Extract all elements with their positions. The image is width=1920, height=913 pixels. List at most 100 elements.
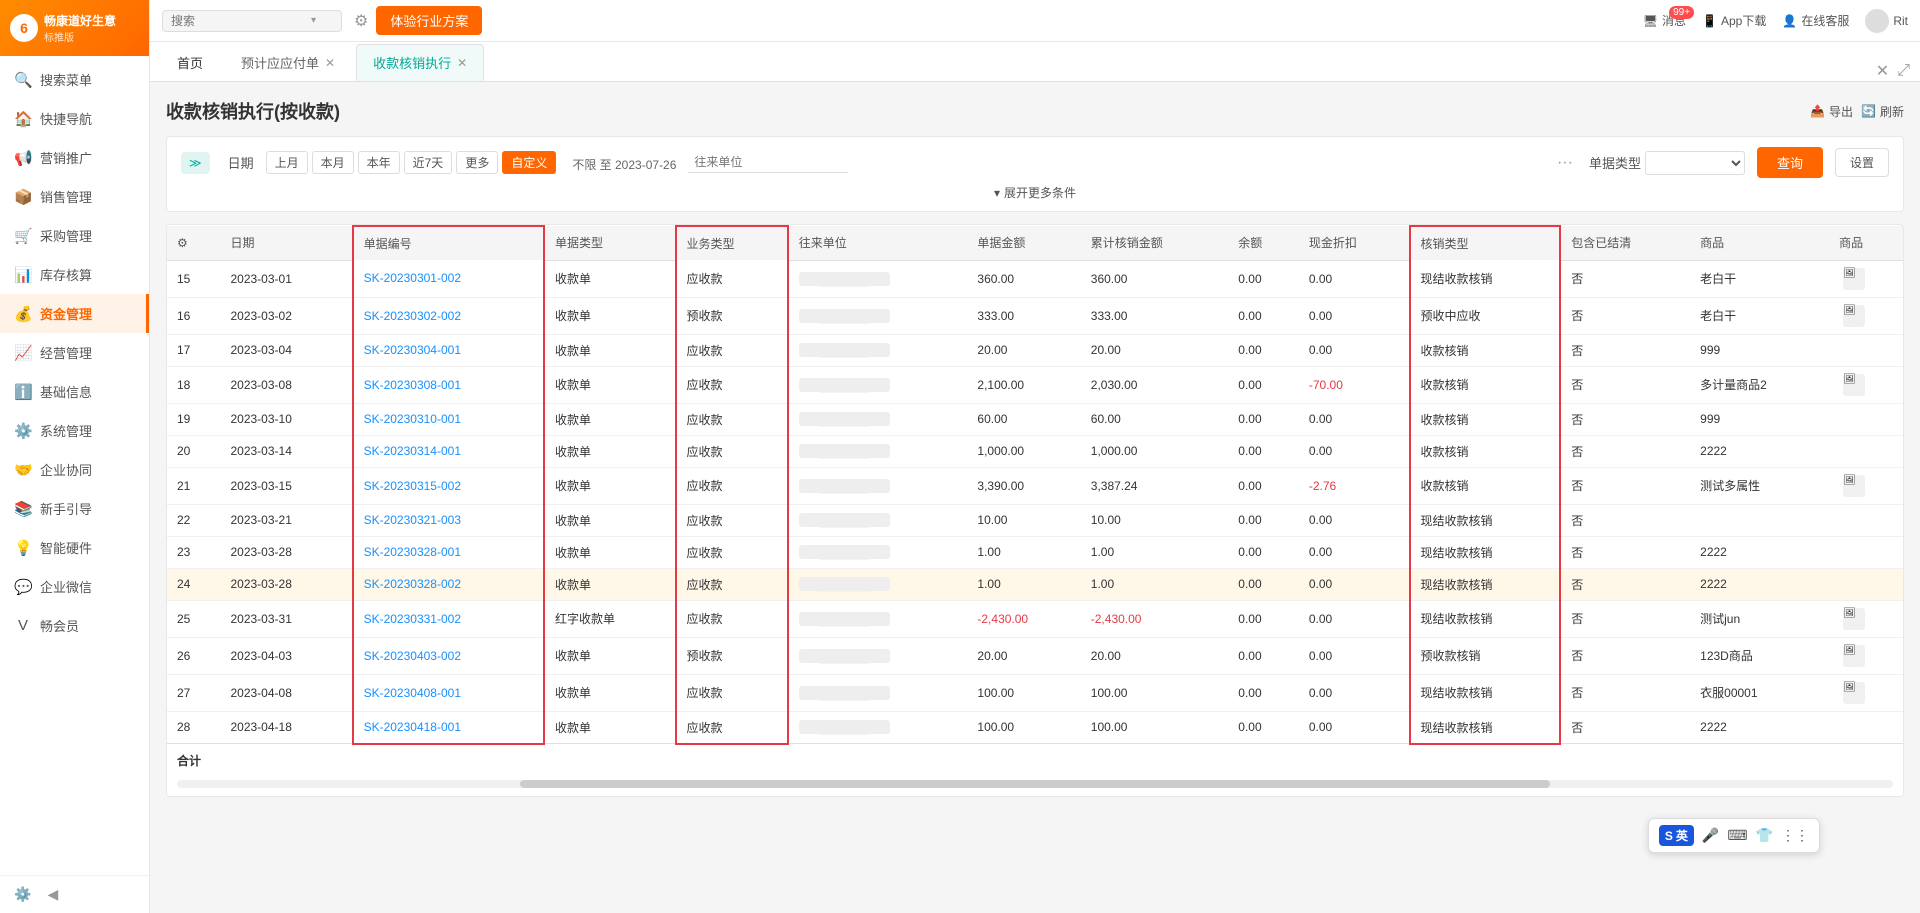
last-month-btn[interactable]: 上月 (266, 151, 308, 174)
more-dates-btn[interactable]: 更多 (456, 151, 498, 174)
sidebar-item-search[interactable]: 🔍搜索菜单 (0, 60, 149, 99)
scrollbar-thumb[interactable] (520, 780, 1550, 788)
settings-icon[interactable]: ⚙️ (14, 886, 31, 903)
unit-input[interactable] (688, 152, 848, 173)
cell-verify: 现结收款核销 (1410, 504, 1561, 536)
search-input[interactable] (171, 14, 311, 28)
table-row[interactable]: 17 2023-03-04 SK-20230304-001 收款单 应收款 ██… (167, 334, 1903, 366)
sidebar-item-enterprise[interactable]: 🤝企业协同 (0, 450, 149, 489)
close-tab-icon[interactable]: ✕ (1876, 61, 1889, 81)
cell-no: 19 (167, 403, 220, 435)
msg-button[interactable]: 🖥 消息 99+ (1643, 12, 1686, 29)
sidebar-item-member[interactable]: V畅会员 (0, 606, 149, 645)
tab-home[interactable]: 首页 (160, 44, 220, 81)
cell-goods-img (1829, 568, 1903, 600)
table-row[interactable]: 19 2023-03-10 SK-20230310-001 收款单 应收款 ██… (167, 403, 1903, 435)
cell-discount: 0.00 (1299, 711, 1410, 744)
tab-receipts[interactable]: 收款核销执行 ✕ (356, 44, 484, 81)
scrollbar-area (167, 780, 1903, 796)
sidebar-item-system[interactable]: ⚙️系统管理 (0, 411, 149, 450)
table-row[interactable]: 25 2023-03-31 SK-20230331-002 红字收款单 应收款 … (167, 600, 1903, 637)
sn-link[interactable]: SK-20230310-001 (364, 412, 461, 426)
cell-settled: 否 (1560, 504, 1690, 536)
pending-tab-close[interactable]: ✕ (325, 56, 335, 70)
cell-balance: 0.00 (1228, 504, 1299, 536)
table-row[interactable]: 27 2023-04-08 SK-20230408-001 收款单 应收款 ██… (167, 674, 1903, 711)
export-button[interactable]: 📤 导出 (1810, 103, 1853, 120)
doc-type-select[interactable] (1645, 151, 1745, 175)
table-row[interactable]: 28 2023-04-18 SK-20230418-001 收款单 应收款 ██… (167, 711, 1903, 744)
table-row[interactable]: 18 2023-03-08 SK-20230308-001 收款单 应收款 ██… (167, 366, 1903, 403)
sn-link[interactable]: SK-20230418-001 (364, 720, 461, 734)
filter-row: ≫ 日期 上月 本月 本年 近7天 更多 自定义 不限 至 2023-07-26… (181, 147, 1889, 178)
this-month-btn[interactable]: 本月 (312, 151, 354, 174)
tab-pending[interactable]: 预计应应付单 ✕ (224, 44, 352, 81)
filter-settings-button[interactable]: 设置 (1835, 148, 1889, 177)
gear-icon[interactable]: ⚙ (354, 11, 368, 31)
ime-grid-icon[interactable]: ⋮⋮ (1781, 827, 1809, 844)
cell-doc-type: 收款单 (544, 366, 676, 403)
query-button[interactable]: 查询 (1757, 147, 1823, 178)
sn-link[interactable]: SK-20230308-001 (364, 378, 461, 392)
expand-filter-button[interactable]: ▾ 展开更多条件 (181, 184, 1889, 201)
sn-link[interactable]: SK-20230403-002 (364, 649, 461, 663)
sidebar-item-finance[interactable]: 💰资金管理 (0, 294, 149, 333)
table-row[interactable]: 24 2023-03-28 SK-20230328-002 收款单 应收款 ██… (167, 568, 1903, 600)
sidebar-item-hardware[interactable]: 💡智能硬件 (0, 528, 149, 567)
refresh-button[interactable]: 🔄 刷新 (1861, 103, 1904, 120)
custom-date-btn[interactable]: 自定义 (502, 151, 556, 174)
sidebar-item-purchase[interactable]: 🛒采购管理 (0, 216, 149, 255)
sidebar-item-guide[interactable]: 📚新手引导 (0, 489, 149, 528)
sn-link[interactable]: SK-20230302-002 (364, 309, 461, 323)
ime-keyboard-icon[interactable]: ⌨ (1727, 827, 1747, 844)
sidebar-item-label-search: 搜索菜单 (40, 70, 92, 89)
filter-toggle-button[interactable]: ≫ (181, 152, 210, 174)
cell-goods-img (1829, 334, 1903, 366)
sidebar-item-inventory[interactable]: 📊库存核算 (0, 255, 149, 294)
solution-button[interactable]: 体验行业方案 (376, 6, 482, 35)
this-year-btn[interactable]: 本年 (358, 151, 400, 174)
enterprise-icon: 🤝 (14, 461, 32, 479)
app-download-button[interactable]: 📱 App下载 (1702, 12, 1766, 29)
sn-link[interactable]: SK-20230315-002 (364, 479, 461, 493)
table-row[interactable]: 16 2023-03-02 SK-20230302-002 收款单 预收款 ██… (167, 297, 1903, 334)
sidebar-item-wechat[interactable]: 💬企业微信 (0, 567, 149, 606)
sn-link[interactable]: SK-20230328-001 (364, 545, 461, 559)
cell-biz-type: 应收款 (676, 403, 788, 435)
sn-link[interactable]: SK-20230301-002 (364, 271, 461, 285)
table-row[interactable]: 23 2023-03-28 SK-20230328-001 收款单 应收款 ██… (167, 536, 1903, 568)
maximize-icon[interactable]: ⤢ (1897, 62, 1910, 80)
ime-mic-icon[interactable]: 🎤 (1702, 827, 1719, 844)
sidebar-item-sales[interactable]: 📦销售管理 (0, 177, 149, 216)
export-icon: 📤 (1810, 104, 1825, 118)
sn-link[interactable]: SK-20230328-002 (364, 577, 461, 591)
sn-link[interactable]: SK-20230331-002 (364, 612, 461, 626)
sn-link[interactable]: SK-20230314-001 (364, 444, 461, 458)
table-row[interactable]: 22 2023-03-21 SK-20230321-003 收款单 应收款 ██… (167, 504, 1903, 536)
sidebar-item-quick[interactable]: 🏠快捷导航 (0, 99, 149, 138)
ime-shirt-icon[interactable]: 👕 (1756, 827, 1773, 844)
cell-biz-type: 预收款 (676, 637, 788, 674)
receipts-tab-close[interactable]: ✕ (457, 56, 467, 70)
table-row[interactable]: 15 2023-03-01 SK-20230301-002 收款单 应收款 ██… (167, 260, 1903, 297)
sn-link[interactable]: SK-20230304-001 (364, 343, 461, 357)
sidebar-item-operation[interactable]: 📈经营管理 (0, 333, 149, 372)
user-menu[interactable]: Rit (1865, 9, 1908, 33)
records-table: ⚙ 日期 单据编号 单据类型 业务类型 往来单位 单据金额 累计核销金额 余额 … (167, 225, 1903, 776)
cell-goods-img: 🖼 (1829, 260, 1903, 297)
sn-link[interactable]: SK-20230408-001 (364, 686, 461, 700)
table-row[interactable]: 20 2023-03-14 SK-20230314-001 收款单 应收款 ██… (167, 435, 1903, 467)
table-row[interactable]: 21 2023-03-15 SK-20230315-002 收款单 应收款 ██… (167, 467, 1903, 504)
horizontal-scrollbar[interactable] (177, 780, 1893, 788)
cell-doc-type: 收款单 (544, 297, 676, 334)
cell-goods: 123D商品 (1690, 637, 1829, 674)
sidebar-item-marketing[interactable]: 📢营销推广 (0, 138, 149, 177)
sidebar-item-basic[interactable]: ℹ️基础信息 (0, 372, 149, 411)
table-row[interactable]: 26 2023-04-03 SK-20230403-002 收款单 预收款 ██… (167, 637, 1903, 674)
last-7days-btn[interactable]: 近7天 (404, 151, 453, 174)
collapse-icon[interactable]: ◀ (47, 886, 58, 903)
page-actions: 📤 导出 🔄 刷新 (1810, 103, 1904, 120)
search-dropdown-icon[interactable]: ▾ (311, 15, 316, 26)
sn-link[interactable]: SK-20230321-003 (364, 513, 461, 527)
service-button[interactable]: 👤 在线客服 (1782, 12, 1849, 29)
